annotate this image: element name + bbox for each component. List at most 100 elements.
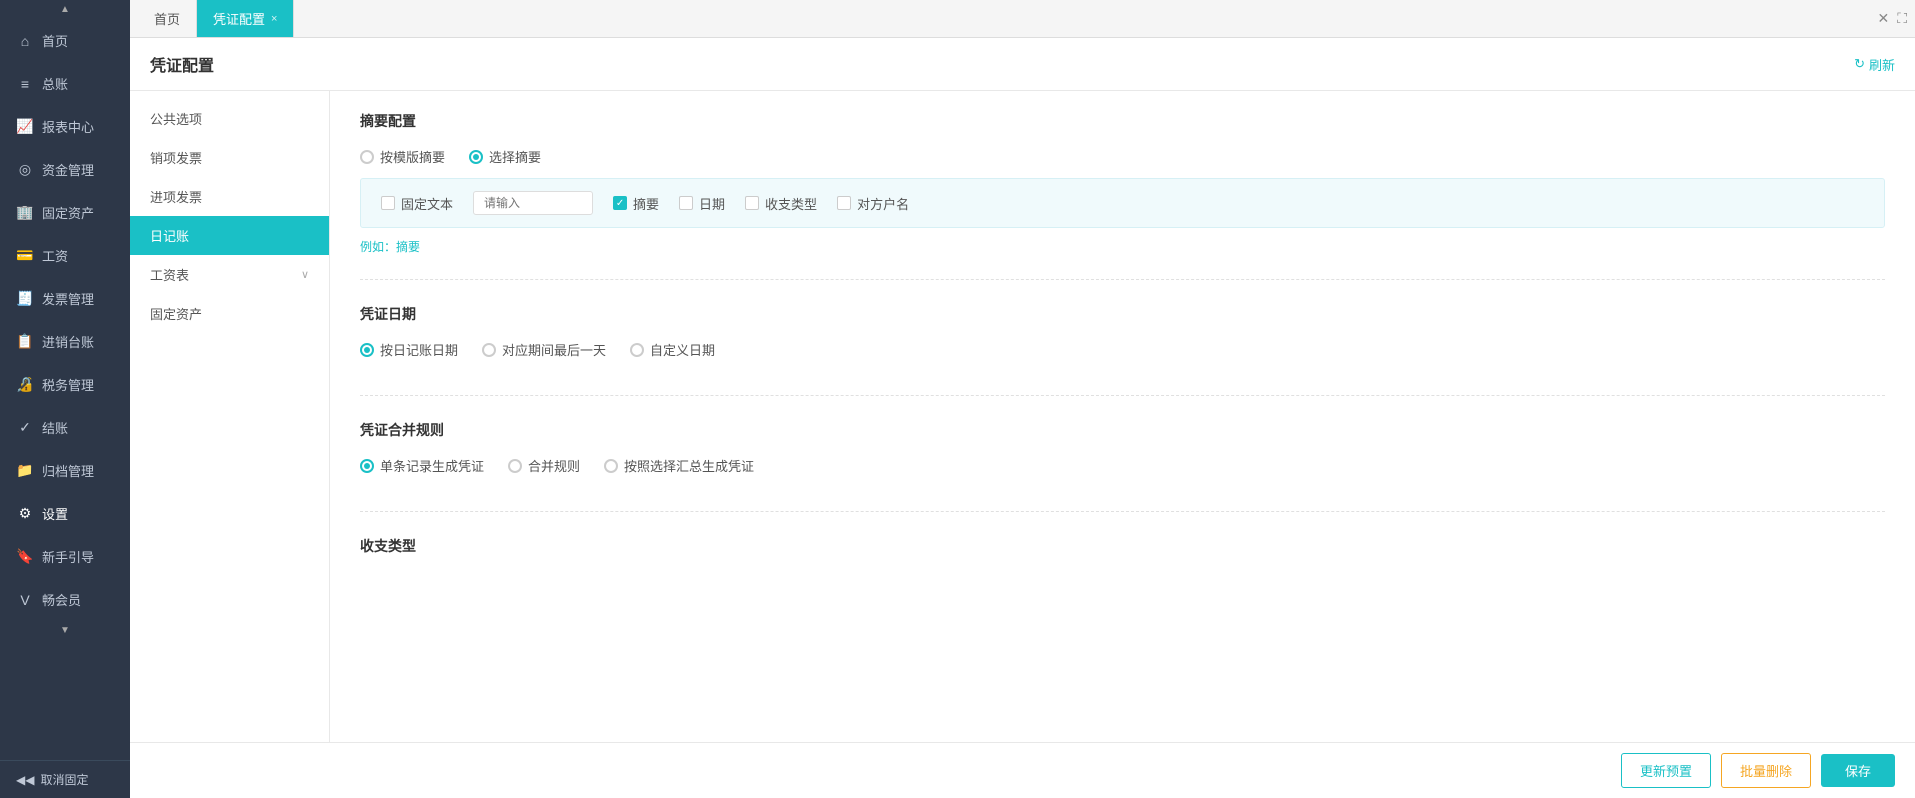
reports-icon: 📈 — [16, 118, 34, 135]
summary-radio-template-label: 按模版摘要 — [380, 147, 445, 166]
voucher-date-journal-label: 按日记账日期 — [380, 340, 458, 359]
sidebar-scroll-up[interactable]: ▲ — [0, 0, 130, 19]
summary-radio-template[interactable]: 按模版摘要 — [360, 147, 445, 166]
sidebar-item-fixed-assets[interactable]: 🏢 固定资产 — [0, 191, 130, 234]
refresh-icon: ↻ — [1854, 56, 1865, 72]
sidebar-item-label: 首页 — [42, 31, 68, 50]
batch-delete-button[interactable]: 批量删除 — [1721, 753, 1811, 788]
left-nav-sales-invoice[interactable]: 销项发票 — [130, 138, 329, 177]
bottom-bar: 更新预置 批量删除 保存 — [130, 742, 1915, 798]
voucher-date-section: 凭证日期 按日记账日期 对应期间最后一天 自定义日期 — [360, 304, 1885, 396]
sidebar-item-ledger[interactable]: ≡ 总账 — [0, 62, 130, 105]
tab-home[interactable]: 首页 — [138, 0, 197, 37]
voucher-date-radio-journal[interactable]: 按日记账日期 — [360, 340, 458, 359]
invoice-mgmt-icon: 🧾 — [16, 290, 34, 307]
sidebar-scroll-down[interactable]: ▼ — [0, 621, 130, 640]
sidebar-item-funds[interactable]: ◎ 资金管理 — [0, 148, 130, 191]
left-nav-fixed-assets[interactable]: 固定资产 — [130, 294, 329, 333]
left-nav: 公共选项 销项发票 进项发票 日记账 工资表 ∨ 固定资产 — [130, 91, 330, 742]
checkbox-summary-box: ✓ — [613, 196, 627, 210]
merge-rules-title: 凭证合并规则 — [360, 420, 1885, 440]
sidebar-item-tax[interactable]: 🔏 税务管理 — [0, 363, 130, 406]
left-nav-sales-invoice-label: 销项发票 — [150, 148, 202, 167]
sidebar-item-guide[interactable]: 🔖 新手引导 — [0, 535, 130, 578]
sidebar-item-reports[interactable]: 📈 报表中心 — [0, 105, 130, 148]
left-nav-public[interactable]: 公共选项 — [130, 99, 329, 138]
merge-rules-single-label: 单条记录生成凭证 — [380, 456, 484, 475]
voucher-date-journal-circle — [360, 343, 374, 357]
tab-home-label: 首页 — [154, 9, 180, 28]
merge-rules-merge-circle — [508, 459, 522, 473]
merge-rules-radio-select-merge[interactable]: 按照选择汇总生成凭证 — [604, 456, 754, 475]
checkbox-date-label: 日期 — [699, 194, 725, 213]
window-close-button[interactable]: ✕ — [1877, 10, 1889, 27]
sidebar-item-label: 发票管理 — [42, 289, 94, 308]
income-expense-section: 收支类型 — [360, 536, 1885, 556]
window-maximize-button[interactable]: ⛶ — [1897, 10, 1907, 27]
checkbox-fixed-text[interactable]: 固定文本 — [381, 194, 453, 213]
merge-rules-radio-merge[interactable]: 合并规则 — [508, 456, 580, 475]
merge-rules-radio-single[interactable]: 单条记录生成凭证 — [360, 456, 484, 475]
sidebar-item-salary[interactable]: 💳 工资 — [0, 234, 130, 277]
sidebar-item-label: 新手引导 — [42, 547, 94, 566]
refresh-button[interactable]: ↻ 刷新 — [1854, 55, 1895, 74]
checkbox-summary[interactable]: ✓ 摘要 — [613, 194, 659, 213]
fixed-text-input[interactable] — [473, 191, 593, 215]
salary-icon: 💳 — [16, 247, 34, 264]
left-nav-journal-label: 日记账 — [150, 226, 189, 245]
sidebar-item-label: 资金管理 — [42, 160, 94, 179]
sidebar-item-archive[interactable]: 📁 归档管理 — [0, 449, 130, 492]
refresh-label: 刷新 — [1869, 55, 1895, 74]
sidebar-item-settings[interactable]: ⚙ 设置 — [0, 492, 130, 535]
merge-rules-single-circle — [360, 459, 374, 473]
tab-voucher-config-label: 凭证配置 — [213, 9, 265, 28]
chevron-down-icon: ∨ — [301, 268, 309, 281]
sidebar-bottom-label: 取消固定 — [40, 771, 88, 788]
checkbox-payment-type[interactable]: 收支类型 — [745, 194, 817, 213]
sidebar-item-invoice-mgmt[interactable]: 🧾 发票管理 — [0, 277, 130, 320]
window-controls: ✕ ⛶ — [1877, 10, 1907, 27]
tab-voucher-config[interactable]: 凭证配置 × — [197, 0, 294, 37]
left-nav-journal[interactable]: 日记账 — [130, 216, 329, 255]
left-nav-salary-table[interactable]: 工资表 ∨ — [130, 255, 329, 294]
fixed-assets-icon: 🏢 — [16, 204, 34, 221]
summary-config-section: 摘要配置 按模版摘要 选择摘要 固定文本 — [360, 111, 1885, 280]
voucher-date-period-label: 对应期间最后一天 — [502, 340, 606, 359]
page-header: 凭证配置 ↻ 刷新 — [130, 38, 1915, 91]
sidebar-item-close[interactable]: ✓ 结账 — [0, 406, 130, 449]
merge-rules-select-merge-label: 按照选择汇总生成凭证 — [624, 456, 754, 475]
update-preview-button[interactable]: 更新预置 — [1621, 753, 1711, 788]
ledger-icon: ≡ — [16, 76, 34, 92]
summary-radio-select[interactable]: 选择摘要 — [469, 147, 541, 166]
sidebar-item-home[interactable]: ⌂ 首页 — [0, 19, 130, 62]
tax-icon: 🔏 — [16, 376, 34, 393]
main-area: 首页 凭证配置 × ✕ ⛶ 凭证配置 ↻ 刷新 公共选项 销项发票 进 — [130, 0, 1915, 798]
summary-radio-select-label: 选择摘要 — [489, 147, 541, 166]
voucher-date-custom-circle — [630, 343, 644, 357]
merge-rules-radio-group: 单条记录生成凭证 合并规则 按照选择汇总生成凭证 — [360, 456, 1885, 475]
voucher-date-custom-label: 自定义日期 — [650, 340, 715, 359]
left-nav-purchase-invoice-label: 进项发票 — [150, 187, 202, 206]
tab-close-icon[interactable]: × — [271, 13, 277, 25]
save-button[interactable]: 保存 — [1821, 754, 1895, 787]
left-nav-purchase-invoice[interactable]: 进项发票 — [130, 177, 329, 216]
voucher-date-radio-custom[interactable]: 自定义日期 — [630, 340, 715, 359]
sidebar-item-purchase-sales[interactable]: 📋 进销台账 — [0, 320, 130, 363]
voucher-date-radio-period[interactable]: 对应期间最后一天 — [482, 340, 606, 359]
unpin-icon: ◀◀ — [16, 773, 34, 787]
checkbox-counterpart[interactable]: 对方户名 — [837, 194, 909, 213]
summary-example-text: 例如：摘要 — [360, 238, 1885, 255]
left-nav-public-label: 公共选项 — [150, 109, 202, 128]
sidebar-item-label: 总账 — [42, 74, 68, 93]
left-nav-fixed-assets-label: 固定资产 — [150, 304, 202, 323]
checkbox-date[interactable]: 日期 — [679, 194, 725, 213]
settings-icon: ⚙ — [16, 505, 34, 522]
sidebar-item-label: 归档管理 — [42, 461, 94, 480]
checkbox-payment-type-box — [745, 196, 759, 210]
right-content: 摘要配置 按模版摘要 选择摘要 固定文本 — [330, 91, 1915, 742]
voucher-date-period-circle — [482, 343, 496, 357]
sidebar-unpin-button[interactable]: ◀◀ 取消固定 — [0, 760, 130, 798]
checkbox-summary-label: 摘要 — [633, 194, 659, 213]
left-nav-salary-table-label: 工资表 — [150, 265, 189, 284]
sidebar-item-member[interactable]: V 畅会员 — [0, 578, 130, 621]
